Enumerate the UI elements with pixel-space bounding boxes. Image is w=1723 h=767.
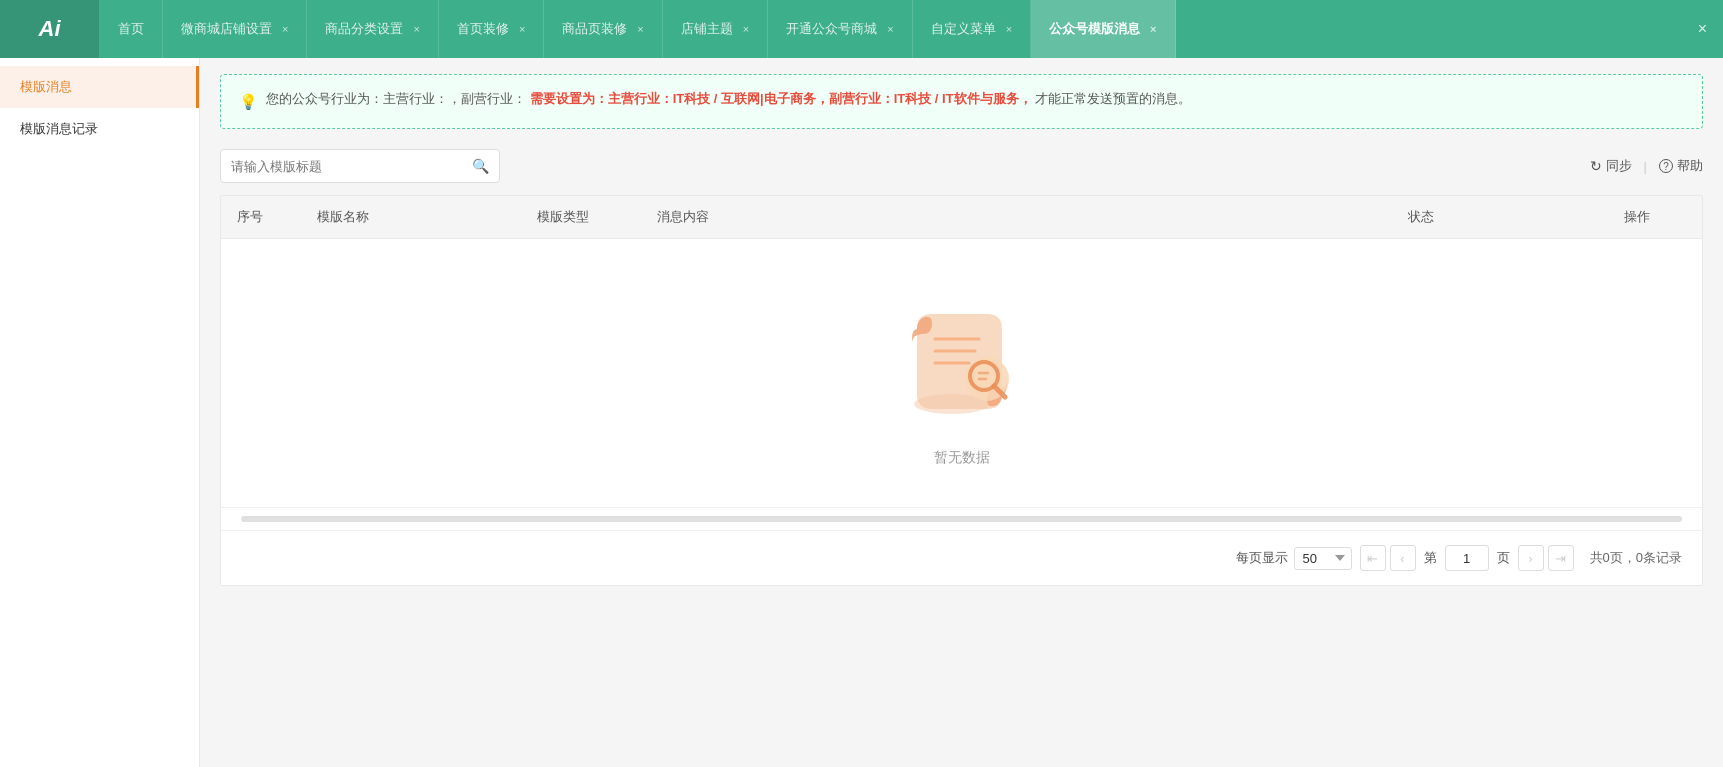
tab-open-mall-close[interactable]: × <box>887 23 893 35</box>
next-page-button[interactable]: › <box>1518 545 1544 571</box>
page-label-after: 页 <box>1497 549 1510 567</box>
horizontal-scrollbar[interactable] <box>221 507 1702 530</box>
page-number-input[interactable] <box>1445 545 1489 571</box>
per-page-select[interactable]: 50 10 20 100 <box>1294 547 1352 570</box>
col-status: 状态 <box>1392 196 1572 238</box>
tab-product-page-decor-close[interactable]: × <box>637 23 643 35</box>
sync-icon: ↻ <box>1590 158 1602 174</box>
tab-home-decor[interactable]: 首页装修 × <box>439 0 544 58</box>
page-size-box: 每页显示 50 10 20 100 <box>1236 547 1352 570</box>
tab-product-category-close[interactable]: × <box>413 23 419 35</box>
col-seq: 序号 <box>221 196 301 238</box>
notice-icon: 💡 <box>239 90 258 114</box>
tab-template-message[interactable]: 公众号模版消息 × <box>1031 0 1175 58</box>
content-area: 💡 您的公众号行业为：主营行业：，副营行业： 需要设置为：主营行业：IT科技 /… <box>200 58 1723 767</box>
scrollbar-track[interactable] <box>241 516 1682 522</box>
last-page-button[interactable]: ⇥ <box>1548 545 1574 571</box>
tab-home-decor-label: 首页装修 <box>457 20 509 38</box>
help-icon: ? <box>1659 159 1673 173</box>
empty-text: 暂无数据 <box>934 449 990 467</box>
pagination: 每页显示 50 10 20 100 ⇤ ‹ 第 页 › ⇥ <box>221 530 1702 585</box>
sidebar-item-template-msg-label: 模版消息 <box>20 79 72 94</box>
tab-home-label: 首页 <box>118 20 144 38</box>
tab-home-decor-close[interactable]: × <box>519 23 525 35</box>
empty-state: 暂无数据 <box>221 239 1702 507</box>
sidebar: 模版消息 模版消息记录 <box>0 58 200 767</box>
tab-store-theme-close[interactable]: × <box>743 23 749 35</box>
tab-shop-settings-close[interactable]: × <box>282 23 288 35</box>
page-nav: ⇤ ‹ 第 页 › ⇥ <box>1360 545 1574 571</box>
tab-home[interactable]: 首页 <box>100 0 163 58</box>
main-layout: 模版消息 模版消息记录 💡 您的公众号行业为：主营行业：，副营行业： 需要设置为… <box>0 58 1723 767</box>
help-button[interactable]: ? 帮助 <box>1659 157 1703 175</box>
help-label: 帮助 <box>1677 157 1703 175</box>
tab-product-category-label: 商品分类设置 <box>325 20 403 38</box>
notice-highlight: 需要设置为：主营行业：IT科技 / 互联网|电子商务，副营行业：IT科技 / I… <box>530 91 1032 106</box>
tab-custom-menu-label: 自定义菜单 <box>931 20 996 38</box>
prev-page-button[interactable]: ‹ <box>1390 545 1416 571</box>
tab-product-category[interactable]: 商品分类设置 × <box>307 0 438 58</box>
sidebar-item-template-msg-record[interactable]: 模版消息记录 <box>0 108 199 150</box>
toolbar: 🔍 ↻ 同步 | ? 帮助 <box>220 149 1703 183</box>
tab-custom-menu-close[interactable]: × <box>1006 23 1012 35</box>
page-label-before: 第 <box>1424 549 1437 567</box>
sidebar-item-template-msg-record-label: 模版消息记录 <box>20 121 98 136</box>
tab-shop-settings[interactable]: 微商城店铺设置 × <box>163 0 307 58</box>
page-total: 共0页，0条记录 <box>1590 549 1682 567</box>
sync-button[interactable]: ↻ 同步 <box>1590 157 1632 175</box>
close-all-button[interactable]: × <box>1682 20 1723 38</box>
tab-product-page-decor[interactable]: 商品页装修 × <box>544 0 662 58</box>
tab-shop-settings-label: 微商城店铺设置 <box>181 20 272 38</box>
table-header: 序号 模版名称 模版类型 消息内容 状态 操作 <box>221 196 1702 239</box>
col-content: 消息内容 <box>641 196 1392 238</box>
search-icon[interactable]: 🔍 <box>472 158 489 174</box>
tab-template-message-label: 公众号模版消息 <box>1049 20 1140 38</box>
empty-icon <box>897 299 1027 429</box>
notice-text-before: 您的公众号行业为：主营行业：，副营行业： <box>266 91 526 106</box>
tab-bar: Ai 首页 微商城店铺设置 × 商品分类设置 × 首页装修 × 商品页装修 × … <box>0 0 1723 58</box>
data-table: 序号 模版名称 模版类型 消息内容 状态 操作 <box>220 195 1703 586</box>
col-type: 模版类型 <box>521 196 641 238</box>
search-input[interactable] <box>231 159 472 174</box>
tab-open-mall[interactable]: 开通公众号商城 × <box>768 0 912 58</box>
tab-store-theme[interactable]: 店铺主题 × <box>663 0 768 58</box>
tab-template-message-close[interactable]: × <box>1150 23 1156 35</box>
tab-product-page-decor-label: 商品页装修 <box>562 20 627 38</box>
toolbar-divider: | <box>1644 159 1647 174</box>
sync-label: 同步 <box>1606 157 1632 175</box>
tab-open-mall-label: 开通公众号商城 <box>786 20 877 38</box>
search-box: 🔍 <box>220 149 500 183</box>
app-logo: Ai <box>0 0 100 58</box>
per-page-label: 每页显示 <box>1236 549 1288 567</box>
tab-custom-menu[interactable]: 自定义菜单 × <box>913 0 1031 58</box>
notice-box: 💡 您的公众号行业为：主营行业：，副营行业： 需要设置为：主营行业：IT科技 /… <box>220 74 1703 129</box>
tab-store-theme-label: 店铺主题 <box>681 20 733 38</box>
sidebar-item-template-msg[interactable]: 模版消息 <box>0 66 199 108</box>
notice-text-after: 才能正常发送预置的消息。 <box>1035 91 1191 106</box>
toolbar-right: ↻ 同步 | ? 帮助 <box>1590 157 1703 175</box>
first-page-button[interactable]: ⇤ <box>1360 545 1386 571</box>
col-action: 操作 <box>1572 196 1702 238</box>
col-name: 模版名称 <box>301 196 521 238</box>
